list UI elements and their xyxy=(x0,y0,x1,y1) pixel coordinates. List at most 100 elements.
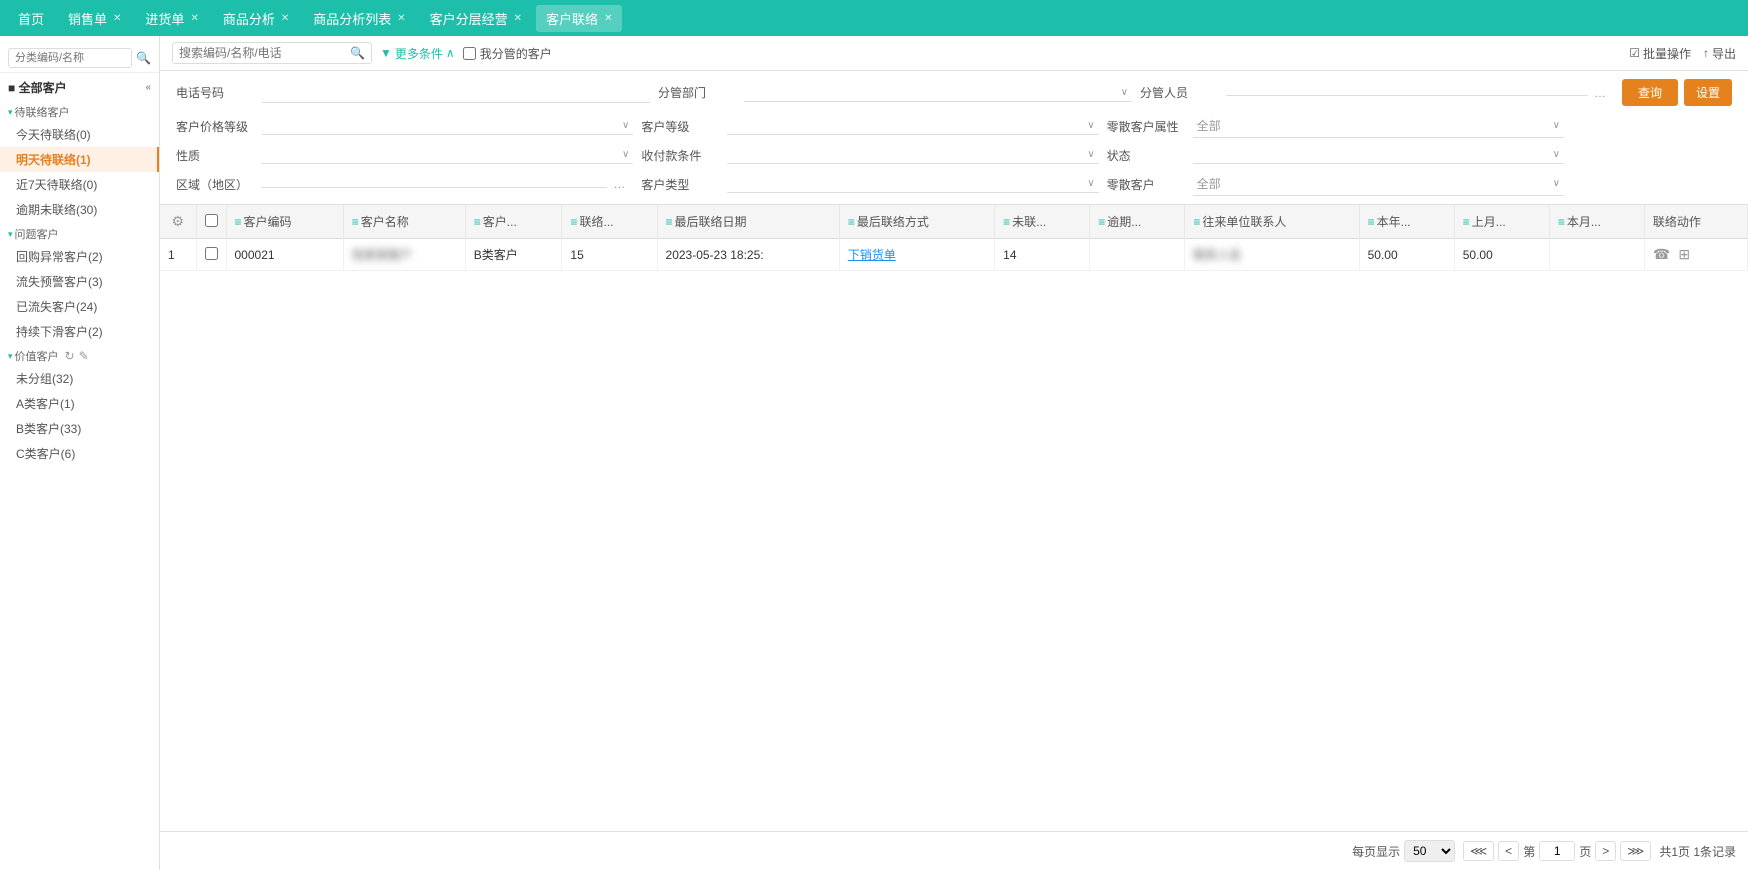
nav-customer-contact[interactable]: 客户联络 ✕ xyxy=(536,5,622,32)
nav-product-analysis-close-icon[interactable]: ✕ xyxy=(281,13,289,24)
filter-price-level-select[interactable]: ∨ xyxy=(262,117,633,135)
cell-contact-count: 15 xyxy=(562,239,657,271)
prev-page-button[interactable]: < xyxy=(1498,841,1519,861)
nav-purchase[interactable]: 进货单 ✕ xyxy=(135,5,208,32)
nav-product-analysis-list[interactable]: 商品分析列表 ✕ xyxy=(303,5,415,32)
table-header-row: ⚙ ≡ 客户编码 ≡ xyxy=(160,205,1748,239)
col-last-month: ≡ 上月... xyxy=(1454,205,1549,239)
col-code-sort-icon: ≡ xyxy=(235,215,242,229)
filter-panel: 电话号码 分管部门 ∨ 分管人员 … 查询 设置 xyxy=(160,71,1748,205)
nav-customer-tier[interactable]: 客户分层经营 ✕ xyxy=(420,5,532,32)
cell-checkbox xyxy=(196,239,226,271)
sidebar-item-7days-pending[interactable]: 近7天待联络(0) xyxy=(0,172,159,197)
row-action-icons: ☎ ⊞ xyxy=(1653,246,1739,263)
sidebar-all-customers[interactable]: ■ 全部客户 « xyxy=(0,73,159,100)
nav-product-analysis-list-close-icon[interactable]: ✕ xyxy=(397,13,405,24)
filter-region-ellipsis[interactable]: … xyxy=(613,177,633,191)
my-customers-checkbox[interactable] xyxy=(463,47,476,60)
filter-customer-type-select[interactable]: ∨ xyxy=(727,175,1098,193)
bulk-operations-button[interactable]: ☑ 批量操作 xyxy=(1629,45,1691,62)
nav-home[interactable]: 首页 xyxy=(8,5,54,32)
filter-person-ellipsis[interactable]: … xyxy=(1594,86,1614,100)
col-this-year-label: 本年... xyxy=(1377,213,1411,230)
sidebar-collapse-icon[interactable]: « xyxy=(145,82,151,93)
filter-status-select[interactable]: ∨ xyxy=(1193,146,1564,164)
filter-payment: 收付款条件 ∨ xyxy=(641,146,1098,164)
nav-product-analysis[interactable]: 商品分析 ✕ xyxy=(213,5,299,32)
filter-row-1: 电话号码 分管部门 ∨ 分管人员 … 查询 设置 xyxy=(176,79,1732,106)
sidebar-item-declining[interactable]: 持续下滑客户(2) xyxy=(0,319,159,344)
col-uncontacted-label: 未联... xyxy=(1012,213,1046,230)
next-page-button[interactable]: > xyxy=(1595,841,1616,861)
sidebar-item-a-class[interactable]: A类客户(1) xyxy=(0,391,159,416)
settings-button[interactable]: 设置 xyxy=(1684,79,1732,106)
row-checkbox[interactable] xyxy=(205,247,218,260)
col-contact-person: ≡ 往来单位联系人 xyxy=(1185,205,1359,239)
sidebar-search-input[interactable] xyxy=(8,48,132,68)
filter-status: 状态 ∨ xyxy=(1107,146,1564,164)
cell-last-date: 2023-05-23 18:25: xyxy=(657,239,839,271)
search-input[interactable] xyxy=(179,46,346,60)
sidebar-group-value-edit-icon[interactable]: ✎ xyxy=(79,349,89,363)
search-icon[interactable]: 🔍 xyxy=(350,46,365,60)
cell-last-method: 下销货单 xyxy=(839,239,994,271)
filter-price-level-chevron-icon: ∨ xyxy=(622,120,629,131)
sidebar-search-icon[interactable]: 🔍 xyxy=(136,51,151,65)
last-page-button[interactable]: ⋙ xyxy=(1620,841,1651,861)
filter-row-2: 客户价格等级 ∨ 客户等级 ∨ 零散客户属性 全部 xyxy=(176,114,1732,138)
filter-phone: 电话号码 xyxy=(176,82,650,103)
cell-type: B类客户 xyxy=(465,239,562,271)
row-grid-icon[interactable]: ⊞ xyxy=(1678,246,1690,263)
filter-retail-customer-select[interactable]: 全部 ∨ xyxy=(1193,172,1564,196)
sidebar-item-churned[interactable]: 已流失客户(24) xyxy=(0,294,159,319)
nav-sales-close-icon[interactable]: ✕ xyxy=(113,13,121,24)
cell-last-method-link[interactable]: 下销货单 xyxy=(848,248,896,262)
col-overdue-sort-icon: ≡ xyxy=(1098,215,1105,229)
filter-price-level: 客户价格等级 ∨ xyxy=(176,117,633,135)
col-type: ≡ 客户... xyxy=(465,205,562,239)
nav-customer-tier-close-icon[interactable]: ✕ xyxy=(514,13,522,24)
cell-contact-person-blurred: 联系人名 xyxy=(1193,246,1241,263)
filter-retail-attr-value: 全部 xyxy=(1197,117,1221,134)
filter-customer-level-chevron-icon: ∨ xyxy=(1087,120,1094,131)
more-filters-button[interactable]: ▼ 更多条件 ∧ xyxy=(380,45,455,62)
my-customers-checkbox-label[interactable]: 我分管的客户 xyxy=(463,45,552,62)
col-last-date-sort-icon: ≡ xyxy=(666,215,673,229)
filter-nature-select[interactable]: ∨ xyxy=(262,146,633,164)
sidebar-item-tomorrow-pending[interactable]: 明天待联络(1) xyxy=(0,147,159,172)
filter-phone-input[interactable] xyxy=(262,82,650,103)
first-page-button[interactable]: ⋘ xyxy=(1463,841,1494,861)
nav-purchase-close-icon[interactable]: ✕ xyxy=(190,13,198,24)
toolbar-right-actions: ☑ 批量操作 ↑ 导出 xyxy=(1629,45,1736,62)
filter-price-level-label: 客户价格等级 xyxy=(176,118,256,135)
page-size-select[interactable]: 10 20 50 100 xyxy=(1404,840,1455,862)
sidebar-group-pending-label: 待联络客户 xyxy=(15,104,70,120)
sidebar-item-churn-warning[interactable]: 流失预警客户(3) xyxy=(0,269,159,294)
nav-customer-contact-close-icon[interactable]: ✕ xyxy=(604,13,612,24)
col-this-year-sort-icon: ≡ xyxy=(1368,215,1375,229)
table-area: ⚙ ≡ 客户编码 ≡ xyxy=(160,205,1748,831)
export-button[interactable]: ↑ 导出 xyxy=(1703,45,1736,62)
filter-region-label: 区域（地区） xyxy=(176,176,256,193)
page-number-input[interactable] xyxy=(1539,841,1575,861)
sidebar-item-b-class[interactable]: B类客户(33) xyxy=(0,416,159,441)
sidebar-item-repurchase-abnormal[interactable]: 回购异常客户(2) xyxy=(0,244,159,269)
content-area: 🔍 ▼ 更多条件 ∧ 我分管的客户 ☑ 批量操作 ↑ 导出 xyxy=(160,36,1748,870)
sidebar-item-overdue-pending[interactable]: 逾期未联络(30) xyxy=(0,197,159,222)
sidebar-group-value-refresh-icon[interactable]: ↻ xyxy=(65,349,75,363)
filter-customer-level-select[interactable]: ∨ xyxy=(727,117,1098,135)
col-last-month-label: 上月... xyxy=(1472,213,1506,230)
filter-dept-select[interactable]: ∨ xyxy=(744,84,1132,102)
sidebar-item-c-class[interactable]: C类客户(6) xyxy=(0,441,159,466)
select-all-checkbox[interactable] xyxy=(205,214,218,227)
query-button[interactable]: 查询 xyxy=(1622,79,1678,106)
filter-retail-attr-select[interactable]: 全部 ∨ xyxy=(1193,114,1564,138)
col-contact-person-sort-icon: ≡ xyxy=(1193,215,1200,229)
sidebar-item-ungrouped[interactable]: 未分组(32) xyxy=(0,366,159,391)
filter-payment-select[interactable]: ∨ xyxy=(727,146,1098,164)
row-phone-icon[interactable]: ☎ xyxy=(1653,246,1670,263)
table-gear-icon[interactable]: ⚙ xyxy=(171,213,184,229)
nav-sales[interactable]: 销售单 ✕ xyxy=(58,5,131,32)
col-last-method-sort-icon: ≡ xyxy=(848,215,855,229)
sidebar-item-today-pending[interactable]: 今天待联络(0) xyxy=(0,122,159,147)
